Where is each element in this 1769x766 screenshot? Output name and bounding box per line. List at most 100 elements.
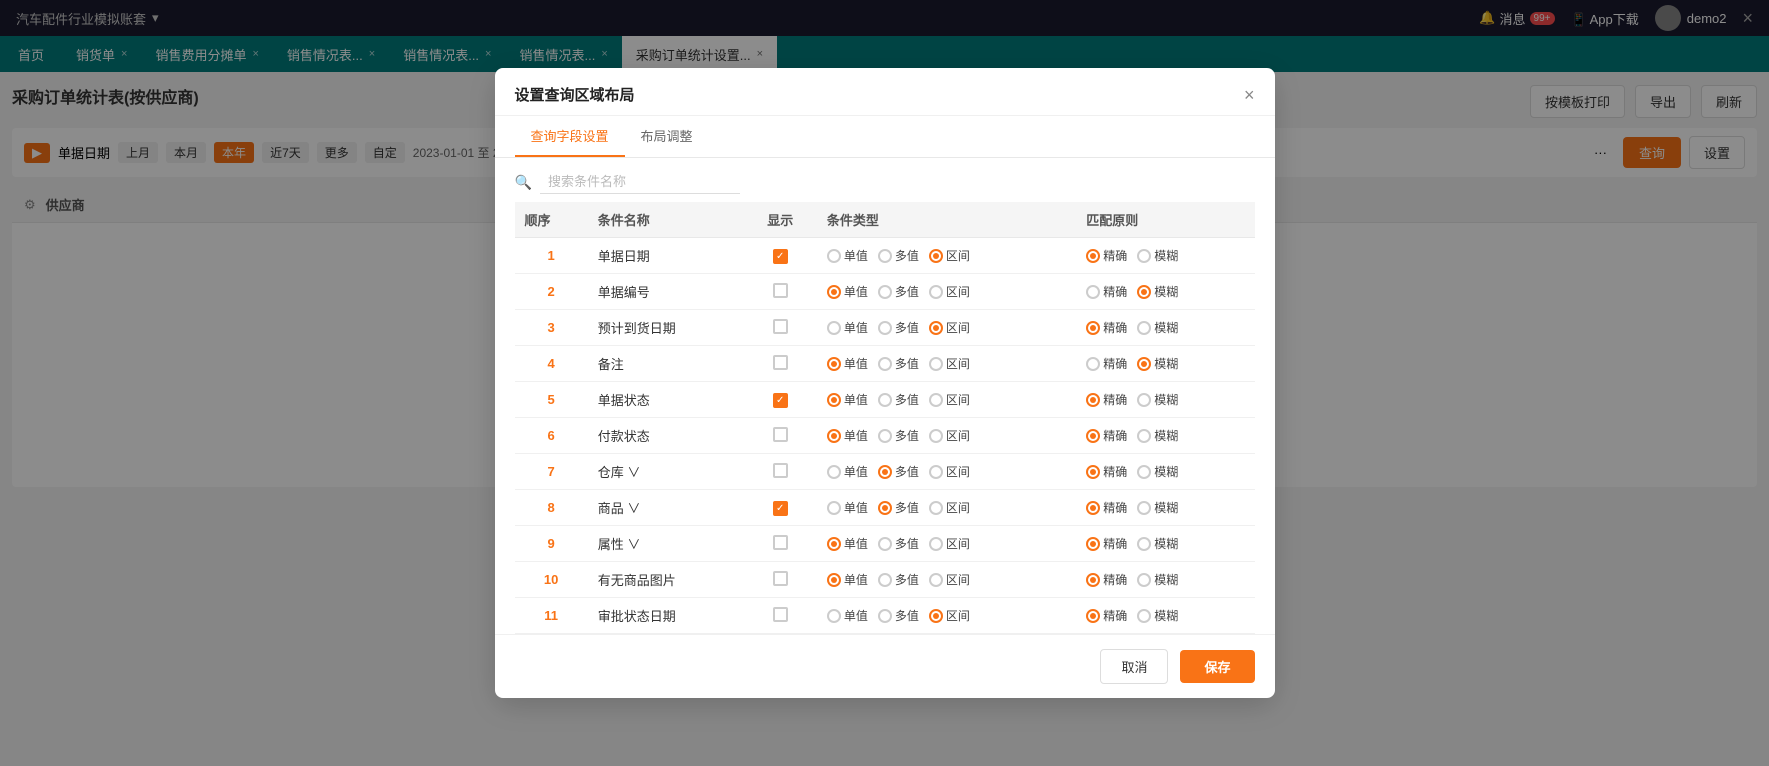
match-radio-item[interactable]: 精确 xyxy=(1086,463,1127,480)
type-radio-item[interactable]: 单值 xyxy=(827,571,868,588)
radio-circle[interactable] xyxy=(878,249,892,263)
radio-circle[interactable] xyxy=(1137,321,1151,335)
radio-circle[interactable] xyxy=(929,609,943,623)
radio-circle[interactable] xyxy=(878,501,892,515)
save-button[interactable]: 保存 xyxy=(1180,650,1254,683)
radio-circle[interactable] xyxy=(1086,609,1100,623)
radio-circle[interactable] xyxy=(827,465,841,479)
type-radio-item[interactable]: 单值 xyxy=(827,499,868,516)
radio-circle[interactable] xyxy=(1086,393,1100,407)
radio-circle[interactable] xyxy=(827,537,841,551)
match-radio-item[interactable]: 模糊 xyxy=(1137,427,1178,444)
radio-circle[interactable] xyxy=(827,357,841,371)
match-radio-item[interactable]: 精确 xyxy=(1086,355,1127,372)
radio-circle[interactable] xyxy=(1137,609,1151,623)
radio-circle[interactable] xyxy=(929,429,943,443)
radio-circle[interactable] xyxy=(929,537,943,551)
radio-circle[interactable] xyxy=(878,285,892,299)
row-display-cell[interactable] xyxy=(744,526,817,562)
radio-circle[interactable] xyxy=(929,285,943,299)
type-radio-item[interactable]: 多值 xyxy=(878,607,919,624)
type-radio-item[interactable]: 多值 xyxy=(878,283,919,300)
radio-circle[interactable] xyxy=(1137,285,1151,299)
radio-circle[interactable] xyxy=(827,573,841,587)
row-display-cell[interactable] xyxy=(744,346,817,382)
radio-circle[interactable] xyxy=(827,285,841,299)
match-radio-item[interactable]: 精确 xyxy=(1086,391,1127,408)
display-checkbox[interactable] xyxy=(773,501,788,516)
type-radio-item[interactable]: 区间 xyxy=(929,247,970,264)
modal-tab-field-settings[interactable]: 查询字段设置 xyxy=(515,116,625,157)
modal-tab-layout[interactable]: 布局调整 xyxy=(625,116,709,157)
match-radio-item[interactable]: 精确 xyxy=(1086,427,1127,444)
radio-circle[interactable] xyxy=(929,393,943,407)
radio-circle[interactable] xyxy=(878,465,892,479)
radio-circle[interactable] xyxy=(1137,429,1151,443)
type-radio-item[interactable]: 单值 xyxy=(827,427,868,444)
type-radio-item[interactable]: 区间 xyxy=(929,463,970,480)
type-radio-item[interactable]: 区间 xyxy=(929,391,970,408)
match-radio-item[interactable]: 精确 xyxy=(1086,283,1127,300)
type-radio-item[interactable]: 单值 xyxy=(827,391,868,408)
radio-circle[interactable] xyxy=(1137,393,1151,407)
display-checkbox[interactable] xyxy=(773,283,788,298)
radio-circle[interactable] xyxy=(929,501,943,515)
modal-overlay[interactable]: 设置查询区域布局 × 查询字段设置 布局调整 🔍 顺序 条件名称 xyxy=(0,0,1769,766)
row-display-cell[interactable] xyxy=(744,310,817,346)
radio-circle[interactable] xyxy=(1086,249,1100,263)
radio-circle[interactable] xyxy=(878,537,892,551)
radio-circle[interactable] xyxy=(878,429,892,443)
radio-circle[interactable] xyxy=(827,609,841,623)
cancel-button[interactable]: 取消 xyxy=(1100,649,1168,684)
match-radio-item[interactable]: 模糊 xyxy=(1137,319,1178,336)
match-radio-item[interactable]: 模糊 xyxy=(1137,571,1178,588)
match-radio-item[interactable]: 精确 xyxy=(1086,499,1127,516)
radio-circle[interactable] xyxy=(878,393,892,407)
radio-circle[interactable] xyxy=(878,357,892,371)
radio-circle[interactable] xyxy=(878,609,892,623)
radio-circle[interactable] xyxy=(929,249,943,263)
type-radio-item[interactable]: 多值 xyxy=(878,499,919,516)
radio-circle[interactable] xyxy=(827,393,841,407)
match-radio-item[interactable]: 精确 xyxy=(1086,247,1127,264)
type-radio-item[interactable]: 多值 xyxy=(878,319,919,336)
radio-circle[interactable] xyxy=(1086,321,1100,335)
modal-close-button[interactable]: × xyxy=(1244,86,1255,104)
radio-circle[interactable] xyxy=(827,501,841,515)
radio-circle[interactable] xyxy=(1086,429,1100,443)
display-checkbox[interactable] xyxy=(773,393,788,408)
type-radio-item[interactable]: 区间 xyxy=(929,283,970,300)
type-radio-item[interactable]: 单值 xyxy=(827,607,868,624)
radio-circle[interactable] xyxy=(827,321,841,335)
display-checkbox[interactable] xyxy=(773,571,788,586)
match-radio-item[interactable]: 模糊 xyxy=(1137,355,1178,372)
row-display-cell[interactable] xyxy=(744,454,817,490)
type-radio-item[interactable]: 单值 xyxy=(827,355,868,372)
display-checkbox[interactable] xyxy=(773,535,788,550)
display-checkbox[interactable] xyxy=(773,463,788,478)
match-radio-item[interactable]: 精确 xyxy=(1086,607,1127,624)
type-radio-item[interactable]: 区间 xyxy=(929,319,970,336)
display-checkbox[interactable] xyxy=(773,355,788,370)
type-radio-item[interactable]: 多值 xyxy=(878,355,919,372)
radio-circle[interactable] xyxy=(1086,537,1100,551)
radio-circle[interactable] xyxy=(1086,357,1100,371)
radio-circle[interactable] xyxy=(1086,285,1100,299)
radio-circle[interactable] xyxy=(1137,357,1151,371)
match-radio-item[interactable]: 模糊 xyxy=(1137,391,1178,408)
radio-circle[interactable] xyxy=(929,573,943,587)
type-radio-item[interactable]: 单值 xyxy=(827,463,868,480)
radio-circle[interactable] xyxy=(1086,501,1100,515)
radio-circle[interactable] xyxy=(1137,501,1151,515)
radio-circle[interactable] xyxy=(929,465,943,479)
match-radio-item[interactable]: 精确 xyxy=(1086,319,1127,336)
radio-circle[interactable] xyxy=(878,573,892,587)
type-radio-item[interactable]: 单值 xyxy=(827,283,868,300)
radio-circle[interactable] xyxy=(827,249,841,263)
radio-circle[interactable] xyxy=(1086,573,1100,587)
match-radio-item[interactable]: 模糊 xyxy=(1137,283,1178,300)
type-radio-item[interactable]: 区间 xyxy=(929,607,970,624)
search-input[interactable] xyxy=(540,170,740,194)
display-checkbox[interactable] xyxy=(773,607,788,622)
type-radio-item[interactable]: 多值 xyxy=(878,427,919,444)
